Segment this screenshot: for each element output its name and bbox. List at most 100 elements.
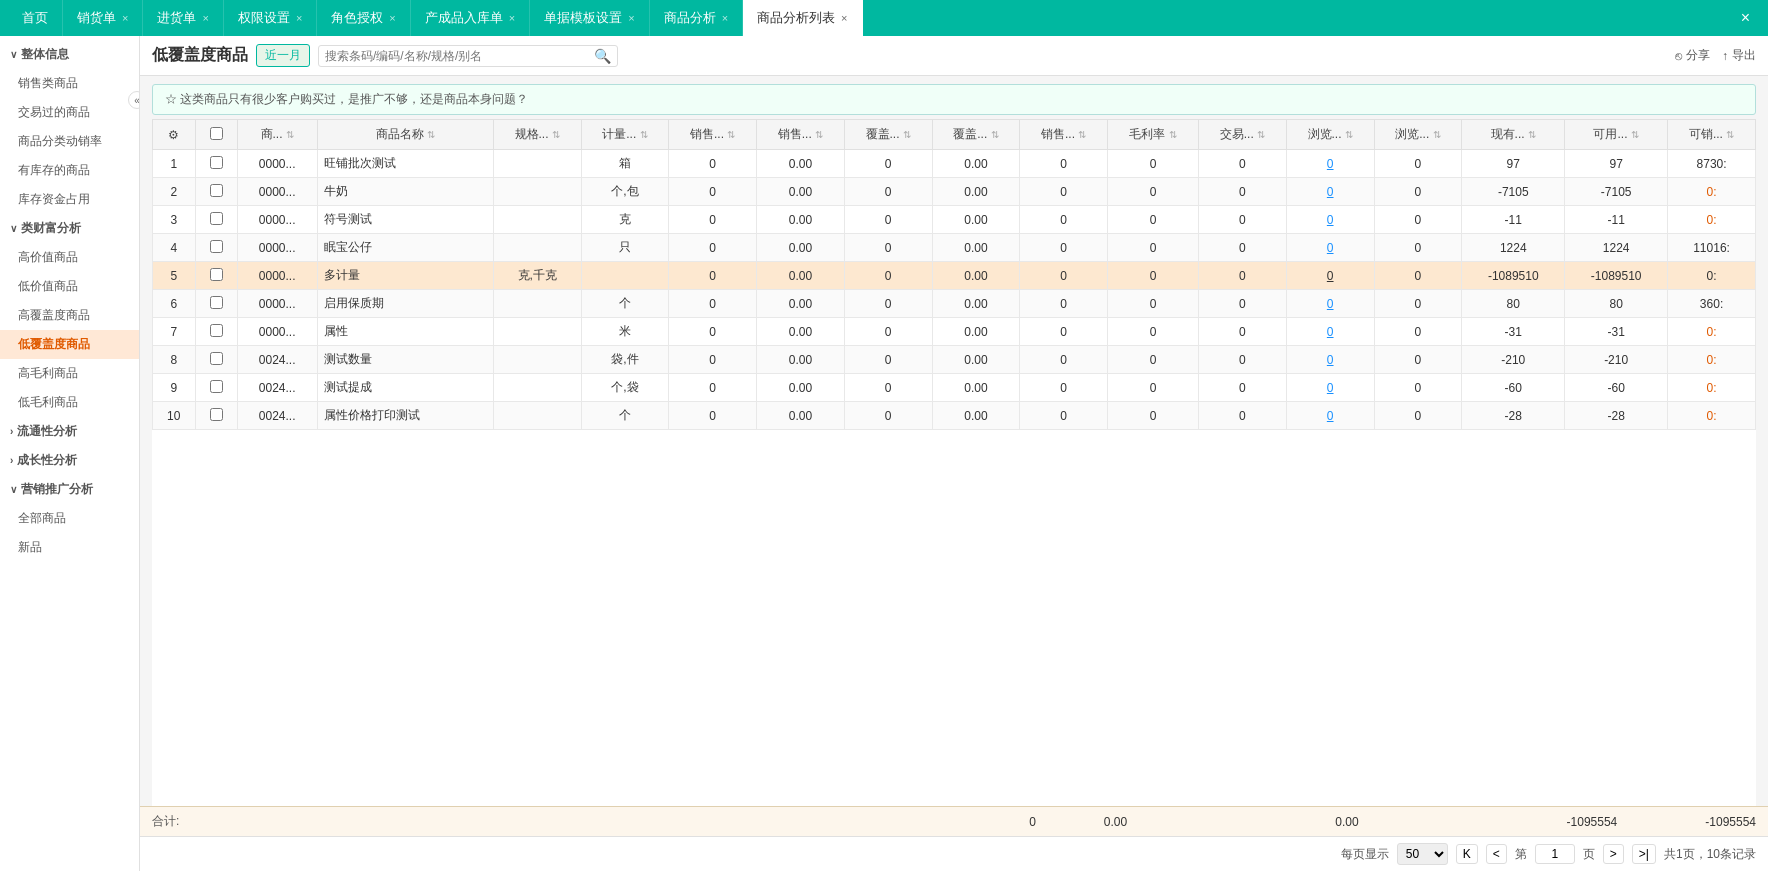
next-page-button[interactable]: > xyxy=(1603,844,1624,864)
sidebar-section-marketing[interactable]: ∨ 营销推广分析 xyxy=(0,475,139,504)
col-code[interactable]: 商... ⇅ xyxy=(237,120,317,150)
col-sales-amount[interactable]: 销售... ⇅ xyxy=(757,120,845,150)
col-current-stock[interactable]: 现有... ⇅ xyxy=(1462,120,1565,150)
row-browse1[interactable]: 0 xyxy=(1286,290,1374,318)
share-button[interactable]: ⎋ 分享 xyxy=(1675,47,1710,64)
col-margin[interactable]: 毛利率 ⇅ xyxy=(1108,120,1199,150)
row-checkbox-cell[interactable] xyxy=(195,234,237,262)
select-all-checkbox[interactable] xyxy=(210,127,223,140)
export-button[interactable]: ↑ 导出 xyxy=(1722,47,1756,64)
col-sales3[interactable]: 销售... ⇅ xyxy=(1020,120,1108,150)
close-icon[interactable]: × xyxy=(841,12,847,24)
col-spec[interactable]: 规格... ⇅ xyxy=(493,120,581,150)
col-sellable[interactable]: 可销... ⇅ xyxy=(1668,120,1756,150)
nav-item-analysis-list[interactable]: 商品分析列表 × xyxy=(743,0,862,36)
nav-item-product-analysis[interactable]: 商品分析 × xyxy=(650,0,743,36)
page-size-select[interactable]: 50 100 200 xyxy=(1397,843,1448,865)
nav-item-purchase[interactable]: 进货单 × xyxy=(143,0,223,36)
row-browse1[interactable]: 0 xyxy=(1286,318,1374,346)
row-checkbox-cell[interactable] xyxy=(195,346,237,374)
sidebar-section-liquidity[interactable]: › 流通性分析 xyxy=(0,417,139,446)
row-checkbox[interactable] xyxy=(210,184,223,197)
col-trade[interactable]: 交易... ⇅ xyxy=(1199,120,1287,150)
table-container[interactable]: ⚙ 商... ⇅ 商品名称 ⇅ 规格... ⇅ 计量... ⇅ 销售... ⇅ … xyxy=(152,119,1756,806)
row-browse1[interactable]: 0 xyxy=(1286,346,1374,374)
last-page-button[interactable]: >| xyxy=(1632,844,1656,864)
sidebar-item-category-turnover[interactable]: 商品分类动销率 xyxy=(0,127,139,156)
row-checkbox[interactable] xyxy=(210,296,223,309)
row-browse1[interactable]: 0 xyxy=(1286,402,1374,430)
row-checkbox-cell[interactable] xyxy=(195,290,237,318)
nav-item-roles[interactable]: 角色授权 × xyxy=(317,0,410,36)
col-sales-qty[interactable]: 销售... ⇅ xyxy=(669,120,757,150)
page-number-input[interactable] xyxy=(1535,844,1575,864)
sidebar-item-high-margin[interactable]: 高毛利商品 xyxy=(0,359,139,388)
close-icon[interactable]: × xyxy=(389,12,395,24)
row-browse1[interactable]: 0 xyxy=(1286,206,1374,234)
row-checkbox[interactable] xyxy=(210,408,223,421)
row-checkbox[interactable] xyxy=(210,212,223,225)
sidebar-item-traded-products[interactable]: 交易过的商品 xyxy=(0,98,139,127)
prev-page-button[interactable]: < xyxy=(1486,844,1507,864)
col-cover2[interactable]: 覆盖... ⇅ xyxy=(932,120,1020,150)
row-checkbox-cell[interactable] xyxy=(195,374,237,402)
row-checkbox[interactable] xyxy=(210,240,223,253)
row-browse1[interactable]: 0 xyxy=(1286,234,1374,262)
row-checkbox-cell[interactable] xyxy=(195,178,237,206)
col-cover1[interactable]: 覆盖... ⇅ xyxy=(844,120,932,150)
row-checkbox[interactable] xyxy=(210,380,223,393)
sidebar-item-low-margin[interactable]: 低毛利商品 xyxy=(0,388,139,417)
search-input[interactable] xyxy=(325,49,594,63)
row-checkbox-cell[interactable] xyxy=(195,262,237,290)
first-page-button[interactable]: K xyxy=(1456,844,1478,864)
col-unit[interactable]: 计量... ⇅ xyxy=(581,120,669,150)
col-settings[interactable]: ⚙ xyxy=(153,120,196,150)
close-icon[interactable]: × xyxy=(628,12,634,24)
row-checkbox[interactable] xyxy=(210,156,223,169)
col-name[interactable]: 商品名称 ⇅ xyxy=(317,120,493,150)
sidebar-collapse-button[interactable]: « xyxy=(128,91,140,109)
sidebar-section-wealth[interactable]: ∨ 类财富分析 xyxy=(0,214,139,243)
sidebar-section-growth[interactable]: › 成长性分析 xyxy=(0,446,139,475)
close-icon[interactable]: × xyxy=(202,12,208,24)
sidebar-item-high-value[interactable]: 高价值商品 xyxy=(0,243,139,272)
row-browse1[interactable]: 0 xyxy=(1286,150,1374,178)
nav-item-template-settings[interactable]: 单据模板设置 × xyxy=(530,0,649,36)
nav-item-sales[interactable]: 销货单 × xyxy=(63,0,143,36)
row-checkbox[interactable] xyxy=(210,352,223,365)
close-icon[interactable]: × xyxy=(296,12,302,24)
window-close-button[interactable]: × xyxy=(1731,9,1760,27)
row-browse1[interactable]: 0 xyxy=(1286,374,1374,402)
col-browse1[interactable]: 浏览... ⇅ xyxy=(1286,120,1374,150)
close-icon[interactable]: × xyxy=(722,12,728,24)
row-checkbox-cell[interactable] xyxy=(195,402,237,430)
nav-item-permissions[interactable]: 权限设置 × xyxy=(224,0,317,36)
row-browse1[interactable]: 0 xyxy=(1286,262,1374,290)
sidebar-item-new-products[interactable]: 新品 xyxy=(0,533,139,562)
row-browse1[interactable]: 0 xyxy=(1286,178,1374,206)
sidebar-section-overall[interactable]: ∨ 整体信息 xyxy=(0,40,139,69)
sidebar-item-low-coverage[interactable]: 低覆盖度商品 xyxy=(0,330,139,359)
sidebar-item-sales-products[interactable]: 销售类商品 xyxy=(0,69,139,98)
filter-recent-month[interactable]: 近一月 xyxy=(256,44,310,67)
nav-item-product-entry[interactable]: 产成品入库单 × xyxy=(411,0,530,36)
row-checkbox[interactable] xyxy=(210,268,223,281)
close-icon[interactable]: × xyxy=(122,12,128,24)
row-spec xyxy=(493,318,581,346)
row-checkbox[interactable] xyxy=(210,324,223,337)
nav-item-home[interactable]: 首页 xyxy=(8,0,63,36)
col-usable-stock[interactable]: 可用... ⇅ xyxy=(1565,120,1668,150)
row-checkbox-cell[interactable] xyxy=(195,150,237,178)
sidebar-item-low-value[interactable]: 低价值商品 xyxy=(0,272,139,301)
sidebar-item-in-stock[interactable]: 有库存的商品 xyxy=(0,156,139,185)
close-icon[interactable]: × xyxy=(509,12,515,24)
row-unit: 个 xyxy=(581,290,669,318)
sidebar-item-stock-fund[interactable]: 库存资金占用 xyxy=(0,185,139,214)
search-icon[interactable]: 🔍 xyxy=(594,48,611,64)
col-browse2[interactable]: 浏览... ⇅ xyxy=(1374,120,1462,150)
row-checkbox-cell[interactable] xyxy=(195,206,237,234)
sidebar-item-all-products[interactable]: 全部商品 xyxy=(0,504,139,533)
row-checkbox-cell[interactable] xyxy=(195,318,237,346)
col-checkbox[interactable] xyxy=(195,120,237,150)
sidebar-item-high-coverage[interactable]: 高覆盖度商品 xyxy=(0,301,139,330)
